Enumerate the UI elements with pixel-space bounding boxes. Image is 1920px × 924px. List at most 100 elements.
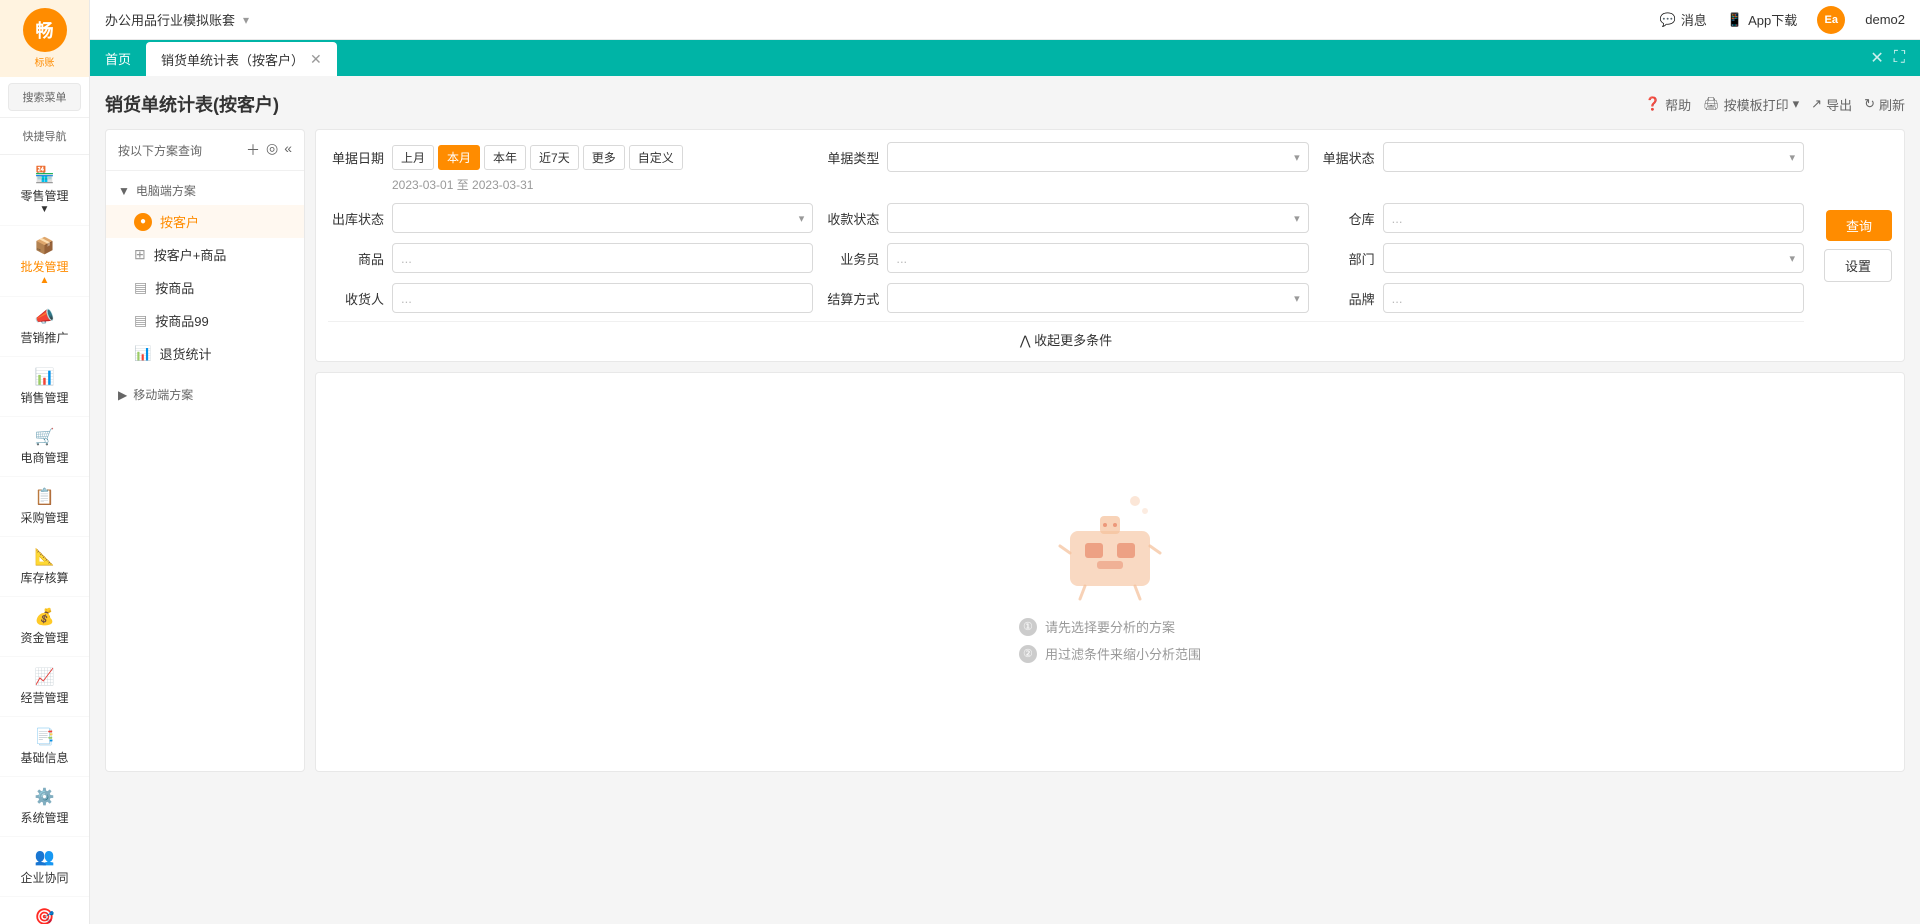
docstatus-input[interactable]: ▾ (1383, 142, 1804, 172)
logo-icon: 畅 (23, 8, 67, 52)
print-button[interactable]: 🖨 按模板打印 ▾ (1703, 95, 1799, 114)
sidebar-item-guide[interactable]: 🎯 新手引导 (0, 897, 89, 924)
doctype-dropdown-icon: ▾ (1294, 151, 1300, 164)
dept-dropdown-icon: ▾ (1789, 252, 1795, 265)
query-button[interactable]: 查询 (1826, 210, 1892, 241)
message-button[interactable]: 💬 消息 (1660, 10, 1707, 29)
filter-settlement-item: 结算方式 ▾ (823, 283, 1308, 313)
scheme-group-mobile-header[interactable]: ▶ 移动端方案 (106, 380, 304, 409)
sidebar-item-sales[interactable]: 📊 销售管理 (0, 357, 89, 417)
sidebar-item-purchase[interactable]: 📋 采购管理 (0, 477, 89, 537)
sidebar-item-retail[interactable]: 🏪 零售管理 ▼ (0, 155, 89, 226)
sidebar-item-collab[interactable]: 👥 企业协同 (0, 837, 89, 897)
brand-label: 品牌 (1319, 289, 1375, 308)
sidebar-quick-nav[interactable]: 快捷导航 (0, 118, 89, 155)
tab-maximize-button[interactable]: ⛶ (1894, 49, 1905, 67)
header-right: 💬 消息 📱 App下载 Ea demo2 (1660, 6, 1905, 34)
settings-button[interactable]: 设置 (1824, 249, 1892, 282)
scheme-item-by-customer-goods[interactable]: ⊞ 按客户+商品 (106, 238, 304, 271)
print-dropdown-icon[interactable]: ▾ (1793, 96, 1800, 112)
date-shortcuts: 上月 本月 本年 近7天 更多 自定义 (392, 145, 683, 170)
content-layout: 按以下方案查询 ＋ ◎ « ▼ 电脑端方案 ● 按客户 (105, 129, 1905, 772)
sidebar-item-wholesale[interactable]: 📦 批发管理 ▲ (0, 226, 89, 297)
scheme-group-mobile: ▶ 移动端方案 (106, 375, 304, 414)
user-avatar-text: Ea (1825, 14, 1838, 26)
dropdown-arrow-icon[interactable]: ▾ (243, 13, 249, 27)
consignee-placeholder: ... (401, 291, 412, 306)
empty-tips: ① 请先选择要分析的方案 ② 用过滤条件来缩小分析范围 (1019, 617, 1201, 663)
scheme-table-icon: ▤ (134, 279, 147, 296)
filter-warehouse-item: 仓库 ... (1319, 203, 1804, 233)
tab-sales-stats[interactable]: 销货单统计表（按客户） ✕ (146, 42, 337, 78)
tip-text-1: 请先选择要分析的方案 (1045, 617, 1175, 636)
add-scheme-icon[interactable]: ＋ (246, 140, 260, 160)
guide-icon: 🎯 (35, 907, 55, 924)
export-icon: ↗ (1811, 96, 1822, 112)
collapse-text: 收起更多条件 (1034, 333, 1112, 348)
warehouse-input[interactable]: ... (1383, 203, 1804, 233)
scheme-item-by-goods[interactable]: ▤ 按商品 (106, 271, 304, 304)
filter-paystatus-item: 收款状态 ▾ (823, 203, 1308, 233)
date-btn-last-month[interactable]: 上月 (392, 145, 434, 170)
date-btn-this-month[interactable]: 本月 (438, 145, 480, 170)
group-expand-icon: ▶ (118, 388, 127, 402)
doctype-input[interactable]: ▾ (887, 142, 1308, 172)
sidebar-item-finance[interactable]: 💰 资金管理 (0, 597, 89, 657)
paystatus-input[interactable]: ▾ (887, 203, 1308, 233)
date-btn-custom[interactable]: 自定义 (629, 145, 683, 170)
dept-input[interactable]: ▾ (1383, 243, 1804, 273)
settlement-input[interactable]: ▾ (887, 283, 1308, 313)
sidebar-item-marketing[interactable]: 📣 营销推广 (0, 297, 89, 357)
user-avatar[interactable]: Ea (1817, 6, 1845, 34)
tab-close-button[interactable]: ✕ (1870, 48, 1883, 68)
scheme-group-desktop-header[interactable]: ▼ 电脑端方案 (106, 176, 304, 205)
dept-label: 部门 (1319, 249, 1375, 268)
header-left: 办公用品行业模拟账套 ▾ (105, 10, 249, 29)
app-download-button[interactable]: 📱 App下载 (1727, 10, 1797, 29)
tab-close-icon[interactable]: ✕ (310, 51, 322, 68)
page-actions: ❓ 帮助 🖨 按模板打印 ▾ ↗ 导出 ↻ 刷新 (1645, 95, 1905, 114)
brand-input[interactable]: ... (1383, 283, 1804, 313)
app-title: 办公用品行业模拟账套 (105, 10, 235, 29)
collapse-bar[interactable]: ⋀ 收起更多条件 (328, 321, 1804, 357)
search-menu-button[interactable]: 搜索菜单 (8, 83, 81, 111)
goods-placeholder: ... (401, 251, 412, 266)
paystatus-label: 收款状态 (823, 209, 879, 228)
filter-outstatus-item: 出库状态 ▾ (328, 203, 813, 233)
tip-text-2: 用过滤条件来缩小分析范围 (1045, 644, 1201, 663)
sidebar-item-management[interactable]: 📈 经营管理 (0, 657, 89, 717)
date-btn-7days[interactable]: 近7天 (530, 145, 579, 170)
consignee-input[interactable]: ... (392, 283, 813, 313)
scheme-panel-title: 按以下方案查询 (118, 142, 202, 159)
tab-home[interactable]: 首页 (90, 40, 146, 76)
outstatus-label: 出库状态 (328, 209, 384, 228)
refresh-button[interactable]: ↻ 刷新 (1864, 95, 1905, 114)
docstatus-dropdown-icon: ▾ (1789, 151, 1795, 164)
date-btn-more[interactable]: 更多 (583, 145, 625, 170)
filter-date-item: 单据日期 上月 本月 本年 近7天 更多 自定义 (328, 145, 813, 170)
scheme-item-return-stats[interactable]: 📊 退货统计 (106, 337, 304, 370)
filter-doctype-item: 单据类型 ▾ (823, 142, 1308, 172)
logo-area: 畅 标账 (0, 0, 89, 77)
date-btn-this-year[interactable]: 本年 (484, 145, 526, 170)
outstatus-input[interactable]: ▾ (392, 203, 813, 233)
scheme-item-by-customer[interactable]: ● 按客户 (106, 205, 304, 238)
sidebar-item-system[interactable]: ⚙️ 系统管理 (0, 777, 89, 837)
edit-scheme-icon[interactable]: ◎ (266, 140, 278, 160)
scheme-item-by-goods-99[interactable]: ▤ 按商品99 (106, 304, 304, 337)
inventory-icon: 📐 (35, 547, 55, 567)
salesperson-placeholder: ... (896, 251, 907, 266)
arrow-icon: ▼ (40, 204, 50, 215)
collapse-scheme-icon[interactable]: « (284, 140, 292, 160)
user-name[interactable]: demo2 (1865, 12, 1905, 27)
help-button[interactable]: ❓ 帮助 (1645, 95, 1691, 114)
sidebar-item-basicinfo[interactable]: 📑 基础信息 (0, 717, 89, 777)
retail-icon: 🏪 (35, 165, 55, 185)
sidebar-item-inventory[interactable]: 📐 库存核算 (0, 537, 89, 597)
sidebar-item-ecommerce[interactable]: 🛒 电商管理 (0, 417, 89, 477)
consignee-label: 收货人 (328, 289, 384, 308)
quick-nav-button[interactable]: 快捷导航 (0, 123, 89, 149)
goods-input[interactable]: ... (392, 243, 813, 273)
export-button[interactable]: ↗ 导出 (1811, 95, 1852, 114)
salesperson-input[interactable]: ... (887, 243, 1308, 273)
